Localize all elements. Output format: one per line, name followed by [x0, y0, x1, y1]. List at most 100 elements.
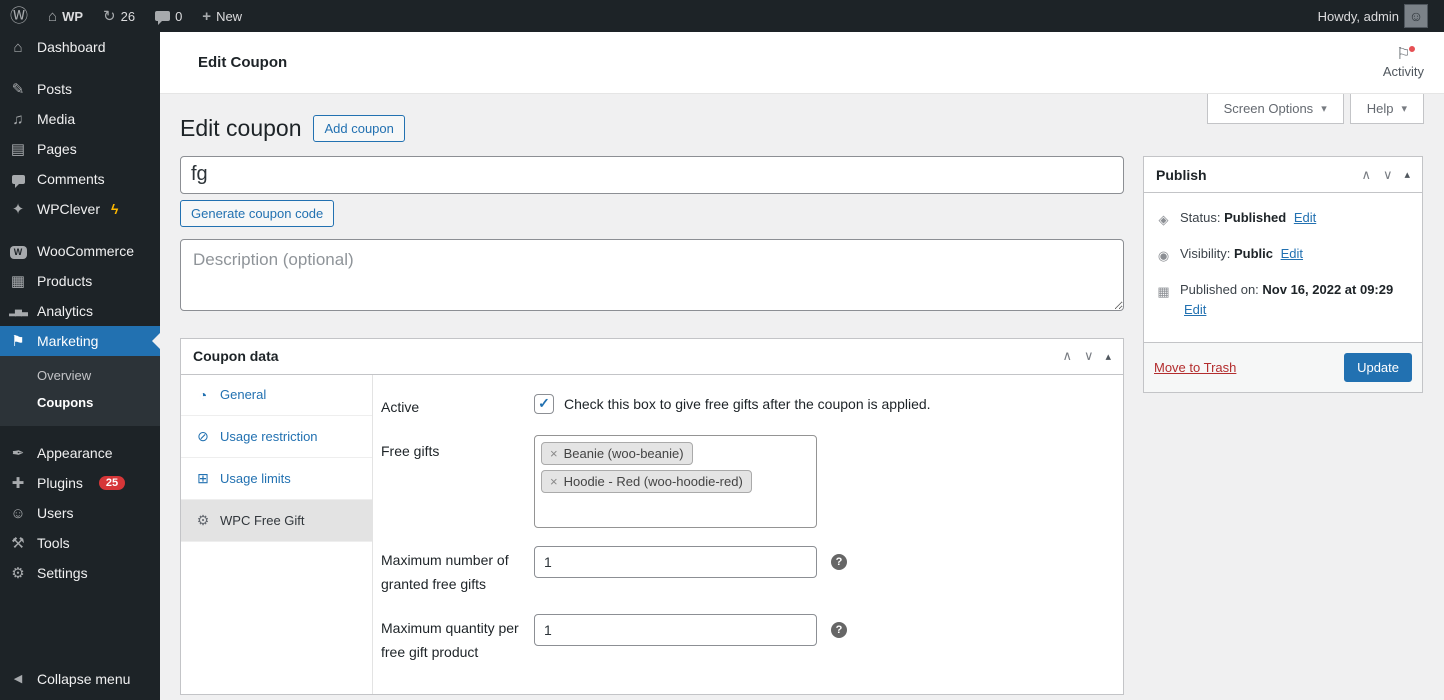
wpclever-icon: ✦ — [11, 200, 25, 218]
edit-published-date-link[interactable]: Edit — [1184, 302, 1206, 317]
marketing-icon: ⚑ — [11, 332, 25, 350]
site-menu[interactable]: ⌂ WP — [38, 0, 93, 32]
toggle-panel-icon[interactable]: ▴ — [1105, 350, 1111, 363]
sidebar-item-users[interactable]: ☺ Users — [0, 498, 160, 528]
sidebar-item-pages[interactable]: ▤ Pages — [0, 134, 160, 164]
description-textarea[interactable] — [180, 238, 1124, 311]
new-content-menu[interactable]: + New — [192, 0, 252, 32]
sidebar-label: Products — [37, 273, 93, 289]
marketing-submenu: Overview Coupons — [0, 356, 160, 426]
edit-status-link[interactable]: Edit — [1294, 210, 1316, 225]
move-up-icon[interactable]: ∧ — [1361, 167, 1371, 183]
media-icon: ♫ — [12, 110, 24, 128]
active-field-label: Active — [381, 398, 420, 415]
updates-menu[interactable]: ↻ 26 — [93, 0, 145, 32]
update-button[interactable]: Update — [1344, 352, 1412, 382]
menu-separator — [0, 224, 160, 236]
screen-meta-links: Screen Options ▾ Help ▾ — [1206, 94, 1424, 124]
edit-visibility-link[interactable]: Edit — [1281, 246, 1303, 261]
generate-coupon-code-button[interactable]: Generate coupon code — [180, 199, 335, 227]
submenu-item-overview[interactable]: Overview — [0, 362, 160, 389]
coupon-data-header: Coupon data ∧ ∨ ▴ — [181, 339, 1123, 375]
active-checkbox[interactable]: ✓ — [534, 393, 554, 414]
remove-tag-icon[interactable]: × — [550, 446, 558, 461]
menu-separator — [0, 426, 160, 438]
activity-button[interactable]: ⚐ Activity — [1382, 44, 1424, 79]
sidebar-item-appearance[interactable]: ✒ Appearance — [0, 438, 160, 468]
activity-label: Activity — [1382, 63, 1424, 79]
help-tip-icon[interactable]: ? — [831, 553, 847, 570]
sidebar-item-products[interactable]: ▦ Products — [0, 266, 160, 296]
sidebar-label: Plugins — [37, 475, 83, 491]
sidebar-label: Pages — [37, 141, 77, 157]
screen-options-button[interactable]: Screen Options ▾ — [1206, 94, 1344, 124]
my-account-menu[interactable]: Howdy, admin ☺ — [1308, 0, 1438, 32]
move-up-icon[interactable]: ∧ — [1062, 348, 1072, 364]
sidebar-label: Posts — [37, 81, 73, 97]
tag-label: Hoodie - Red (woo-hoodie-red) — [563, 473, 743, 489]
sidebar-item-wpclever[interactable]: ✦ WPClever ϟ — [0, 194, 160, 224]
usage-restriction-icon: ⊘ — [197, 427, 209, 444]
editor-column: Edit coupon Add coupon Generate coupon c… — [180, 94, 1124, 695]
tab-usage-restriction[interactable]: ⊘ Usage restriction — [181, 416, 372, 458]
sidebar-item-settings[interactable]: ⚙ Settings — [0, 558, 160, 588]
submenu-item-coupons[interactable]: Coupons — [0, 389, 160, 416]
wordpress-logo-icon: Ⓦ — [10, 6, 28, 26]
comments-menu[interactable]: 0 — [145, 0, 192, 32]
tag-label: Beanie (woo-beanie) — [563, 445, 684, 461]
sidebar-item-marketing[interactable]: ⚑ Marketing — [0, 326, 160, 356]
chevron-down-icon: ▾ — [1321, 103, 1327, 115]
free-gifts-multiselect[interactable]: × Beanie (woo-beanie) × Hoodie - Red (wo… — [534, 434, 817, 528]
tab-label: WPC Free Gift — [220, 512, 305, 528]
publish-metabox: Publish ∧ ∨ ▴ ◈ Status: Published Edit ◉… — [1143, 156, 1423, 393]
publish-footer: Move to Trash Update — [1144, 341, 1422, 392]
tab-label: Usage limits — [220, 470, 291, 486]
wp-logo-menu[interactable]: Ⓦ — [0, 0, 38, 32]
move-to-trash-link[interactable]: Move to Trash — [1154, 360, 1236, 375]
menu-separator — [0, 62, 160, 74]
coupon-code-input[interactable] — [180, 155, 1124, 194]
plus-icon: + — [202, 7, 212, 25]
sidebar-label: WPClever — [37, 201, 101, 217]
woocommerce-icon: W — [8, 243, 28, 259]
plugins-update-badge: 25 — [98, 476, 126, 490]
toggle-panel-icon[interactable]: ▴ — [1404, 168, 1410, 181]
page-topbar: Edit Coupon ⚐ Activity — [160, 32, 1444, 94]
chevron-down-icon: ▾ — [1401, 103, 1407, 115]
sidebar-label: WooCommerce — [37, 243, 134, 259]
sidebar-item-analytics[interactable]: ▂▅▃ Analytics — [0, 296, 160, 326]
comments-icon — [155, 11, 171, 25]
sidebar-item-plugins[interactable]: ✚ Plugins 25 — [0, 468, 160, 498]
sidebar-item-dashboard[interactable]: ⌂ Dashboard — [0, 32, 160, 62]
sidebar-item-media[interactable]: ♫ Media — [0, 104, 160, 134]
sidebar-item-tools[interactable]: ⚒ Tools — [0, 528, 160, 558]
tab-usage-limits[interactable]: ⊞ Usage limits — [181, 458, 372, 500]
products-icon: ▦ — [10, 272, 26, 290]
move-down-icon[interactable]: ∨ — [1084, 348, 1094, 364]
visibility-label: Visibility: — [1180, 246, 1231, 262]
lightning-icon: ϟ — [111, 201, 119, 217]
usage-limits-icon: ⊞ — [197, 469, 209, 486]
selected-product-tag: × Hoodie - Red (woo-hoodie-red) — [541, 469, 752, 493]
tab-general[interactable]: ◔ General — [181, 375, 372, 416]
max-gifts-input[interactable] — [534, 545, 817, 578]
status-label: Status: — [1180, 210, 1221, 225]
updates-icon: ↻ — [103, 7, 116, 25]
remove-tag-icon[interactable]: × — [550, 474, 558, 489]
max-qty-input[interactable] — [534, 613, 817, 646]
pages-icon: ▤ — [10, 140, 26, 158]
collapse-menu-button[interactable]: ◀ Collapse menu — [0, 664, 160, 694]
tab-wpc-free-gift[interactable]: ⚙ WPC Free Gift — [181, 499, 372, 542]
add-coupon-button[interactable]: Add coupon — [313, 114, 405, 142]
notification-dot — [1407, 44, 1416, 53]
settings-icon: ⚙ — [11, 564, 25, 582]
sidebar-item-comments[interactable]: Comments — [0, 164, 160, 194]
visibility-eye-icon: ◉ — [1157, 248, 1170, 264]
site-name: WP — [62, 8, 84, 24]
help-button[interactable]: Help ▾ — [1349, 94, 1424, 124]
sidebar-item-woocommerce[interactable]: W WooCommerce — [0, 236, 160, 266]
move-down-icon[interactable]: ∨ — [1383, 167, 1393, 183]
help-tip-icon[interactable]: ? — [831, 621, 847, 638]
status-value: Published — [1224, 210, 1287, 225]
sidebar-item-posts[interactable]: ✎ Posts — [0, 74, 160, 104]
